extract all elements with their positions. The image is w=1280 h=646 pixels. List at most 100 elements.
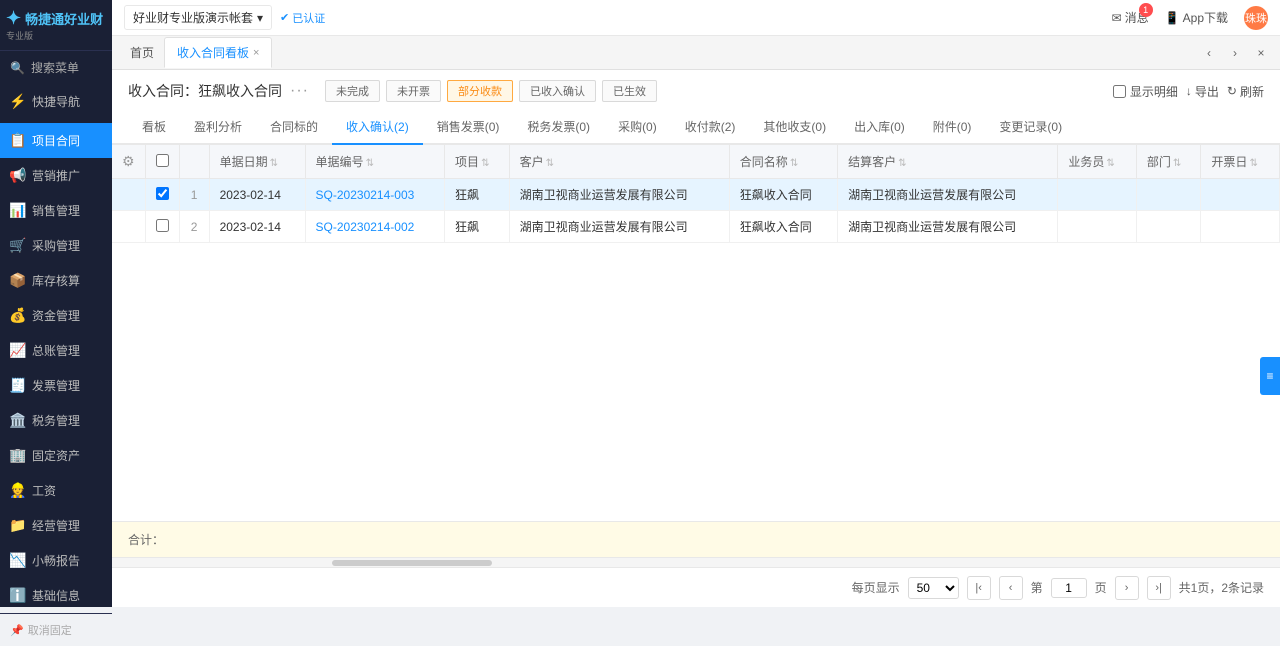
- tab-nav-arrows: ‹ › ×: [1198, 42, 1272, 64]
- refresh-btn[interactable]: ↻ 刷新: [1227, 83, 1264, 100]
- sub-tab-board[interactable]: 看板: [128, 110, 180, 145]
- pagination: 每页显示 50 100 200 |‹ ‹ 第 页 › ›| 共1页，2条记录: [112, 567, 1280, 607]
- table-body: 1 2023-02-14 SQ-20230214-003 狂飙 湖南卫视商业运营…: [112, 179, 1280, 243]
- sub-tab-sales-invoice[interactable]: 销售发票(0): [423, 110, 514, 145]
- sidebar-item-fixed-assets[interactable]: 🏢 固定资产: [0, 438, 112, 473]
- sidebar-item-quick-nav[interactable]: ⚡ 快捷导航: [0, 84, 112, 119]
- settings-icon[interactable]: ⚙: [122, 153, 135, 169]
- per-page-select[interactable]: 50 100 200: [908, 577, 959, 599]
- tabbar: 首页 收入合同看板 × ‹ › ×: [112, 36, 1280, 70]
- sub-tab-revenue-confirm[interactable]: 收入确认(2): [332, 110, 423, 145]
- row-settlement: 湖南卫视商业运营发展有限公司: [838, 211, 1058, 243]
- sub-tab-tax-invoice[interactable]: 税务发票(0): [513, 110, 604, 145]
- ledger-icon: 📈: [10, 343, 26, 359]
- tab-income-contract[interactable]: 收入合同看板 ×: [164, 37, 272, 68]
- sidebar-search[interactable]: 🔍 搜索菜单: [0, 51, 112, 84]
- page-prev-btn[interactable]: ‹: [999, 576, 1023, 600]
- download-icon: 📱: [1165, 11, 1180, 25]
- sidebar-item-funds[interactable]: 💰 资金管理: [0, 298, 112, 333]
- tab-close-all-btn[interactable]: ×: [1250, 42, 1272, 64]
- message-btn[interactable]: ✉ 消息 1: [1112, 9, 1149, 26]
- funds-icon: 💰: [10, 308, 26, 324]
- sidebar-item-sales[interactable]: 📊 销售管理: [0, 193, 112, 228]
- col-contract-name: 合同名称⇅: [729, 145, 837, 179]
- sidebar-pin-toggle[interactable]: 📌 取消固定: [0, 613, 112, 646]
- sidebar-item-tax[interactable]: 🏛️ 税务管理: [0, 403, 112, 438]
- status-tag-confirmed[interactable]: 已收入确认: [519, 80, 596, 102]
- sub-tabs: 看板 盈利分析 合同标的 收入确认(2) 销售发票(0) 税务发票(0) 采购(…: [112, 110, 1280, 145]
- tab-close-btn[interactable]: ×: [253, 47, 259, 59]
- fixed-assets-icon: 🏢: [10, 448, 26, 464]
- horizontal-scrollbar[interactable]: [112, 557, 1280, 567]
- status-tag-partial-receipt[interactable]: 部分收款: [447, 80, 513, 102]
- row-checkbox[interactable]: [156, 219, 169, 232]
- col-row-num: [179, 145, 209, 179]
- sidebar-item-purchase[interactable]: 🛒 采购管理: [0, 228, 112, 263]
- sub-tab-profit[interactable]: 盈利分析: [180, 110, 256, 145]
- sidebar-item-inventory[interactable]: 📦 库存核算: [0, 263, 112, 298]
- sub-tab-purchase[interactable]: 采购(0): [604, 110, 671, 145]
- select-all-checkbox[interactable]: [156, 154, 169, 167]
- page-last-btn[interactable]: ›|: [1147, 576, 1171, 600]
- total-bar: 合计：: [112, 521, 1280, 557]
- sidebar-item-basic-info[interactable]: ℹ️ 基础信息: [0, 578, 112, 613]
- sub-tab-change-log[interactable]: 变更记录(0): [985, 110, 1076, 145]
- sidebar-item-ledger[interactable]: 📈 总账管理: [0, 333, 112, 368]
- row-number-link[interactable]: SQ-20230214-003: [305, 179, 445, 211]
- sidebar-item-marketing[interactable]: 📢 营销推广: [0, 158, 112, 193]
- export-icon: ↓: [1186, 84, 1192, 98]
- show-detail-checkbox[interactable]: 显示明细: [1113, 83, 1178, 100]
- status-tag-incomplete[interactable]: 未完成: [325, 80, 380, 102]
- page-next-btn[interactable]: ›: [1115, 576, 1139, 600]
- row-number-link[interactable]: SQ-20230214-002: [305, 211, 445, 243]
- inventory-icon: 📦: [10, 273, 26, 289]
- project-contract-icon: 📋: [10, 133, 26, 149]
- sidebar-item-invoice[interactable]: 🧾 发票管理: [0, 368, 112, 403]
- sidebar-item-project-contract[interactable]: 📋 项目合同: [0, 123, 112, 158]
- table-scroll-container[interactable]: ⚙ 单据日期⇅ 单据编号⇅ 项目⇅ 客户⇅ 合同名称⇅ 结算客户⇅: [112, 145, 1280, 521]
- report-icon: 📉: [10, 553, 26, 569]
- detail-checkbox-input[interactable]: [1113, 85, 1126, 98]
- row-department: [1136, 211, 1201, 243]
- row-settings: [112, 179, 145, 211]
- sales-icon: 📊: [10, 203, 26, 219]
- page-title: 收入合同：狂飙收入合同: [128, 81, 282, 101]
- tab-next-btn[interactable]: ›: [1224, 42, 1246, 64]
- user-avatar-btn[interactable]: 珠珠: [1244, 6, 1268, 30]
- page-header: 收入合同：狂飙收入合同 ··· 未完成 未开票 部分收款 已收入确认 已生效 显…: [112, 70, 1280, 102]
- certified-badge: ✔ 已认证: [280, 10, 325, 26]
- more-options-btn[interactable]: ···: [290, 82, 309, 100]
- row-salesperson: [1058, 211, 1137, 243]
- sub-tab-payment[interactable]: 收付款(2): [671, 110, 750, 145]
- tab-home[interactable]: 首页: [120, 38, 164, 67]
- notification-dot: 1: [1139, 3, 1153, 17]
- sidebar-item-report[interactable]: 📉 小畅报告: [0, 543, 112, 578]
- topbar-right: ✉ 消息 1 📱 App下载 珠珠: [1112, 6, 1268, 30]
- sidebar-item-management[interactable]: 📁 经营管理: [0, 508, 112, 543]
- sidebar-item-salary[interactable]: 👷 工资: [0, 473, 112, 508]
- company-name: 好业财专业版演示帐套: [133, 9, 253, 26]
- app-download-btn[interactable]: 📱 App下载: [1165, 9, 1228, 26]
- sub-tab-other[interactable]: 其他收支(0): [749, 110, 840, 145]
- purchase-icon: 🛒: [10, 238, 26, 254]
- status-tag-uninvoiced[interactable]: 未开票: [386, 80, 441, 102]
- status-tag-effective[interactable]: 已生效: [602, 80, 657, 102]
- side-panel-btn[interactable]: ≡: [1260, 357, 1280, 395]
- col-checkbox: [145, 145, 179, 179]
- total-label: 合计：: [128, 531, 164, 548]
- export-btn[interactable]: ↓ 导出: [1186, 83, 1219, 100]
- col-number: 单据编号⇅: [305, 145, 445, 179]
- sub-tab-warehouse[interactable]: 出入库(0): [840, 110, 919, 145]
- quick-nav-icon: ⚡: [10, 94, 26, 110]
- row-salesperson: [1058, 179, 1137, 211]
- page-first-btn[interactable]: |‹: [967, 576, 991, 600]
- sub-tab-attachment[interactable]: 附件(0): [919, 110, 986, 145]
- sub-tab-subject[interactable]: 合同标的: [256, 110, 332, 145]
- chevron-down-icon: ▾: [257, 11, 263, 25]
- col-settings: ⚙: [112, 145, 145, 179]
- company-selector[interactable]: 好业财专业版演示帐套 ▾: [124, 5, 272, 30]
- tab-prev-btn[interactable]: ‹: [1198, 42, 1220, 64]
- scroll-thumb[interactable]: [332, 560, 492, 566]
- page-input[interactable]: [1051, 578, 1087, 598]
- row-checkbox[interactable]: [156, 187, 169, 200]
